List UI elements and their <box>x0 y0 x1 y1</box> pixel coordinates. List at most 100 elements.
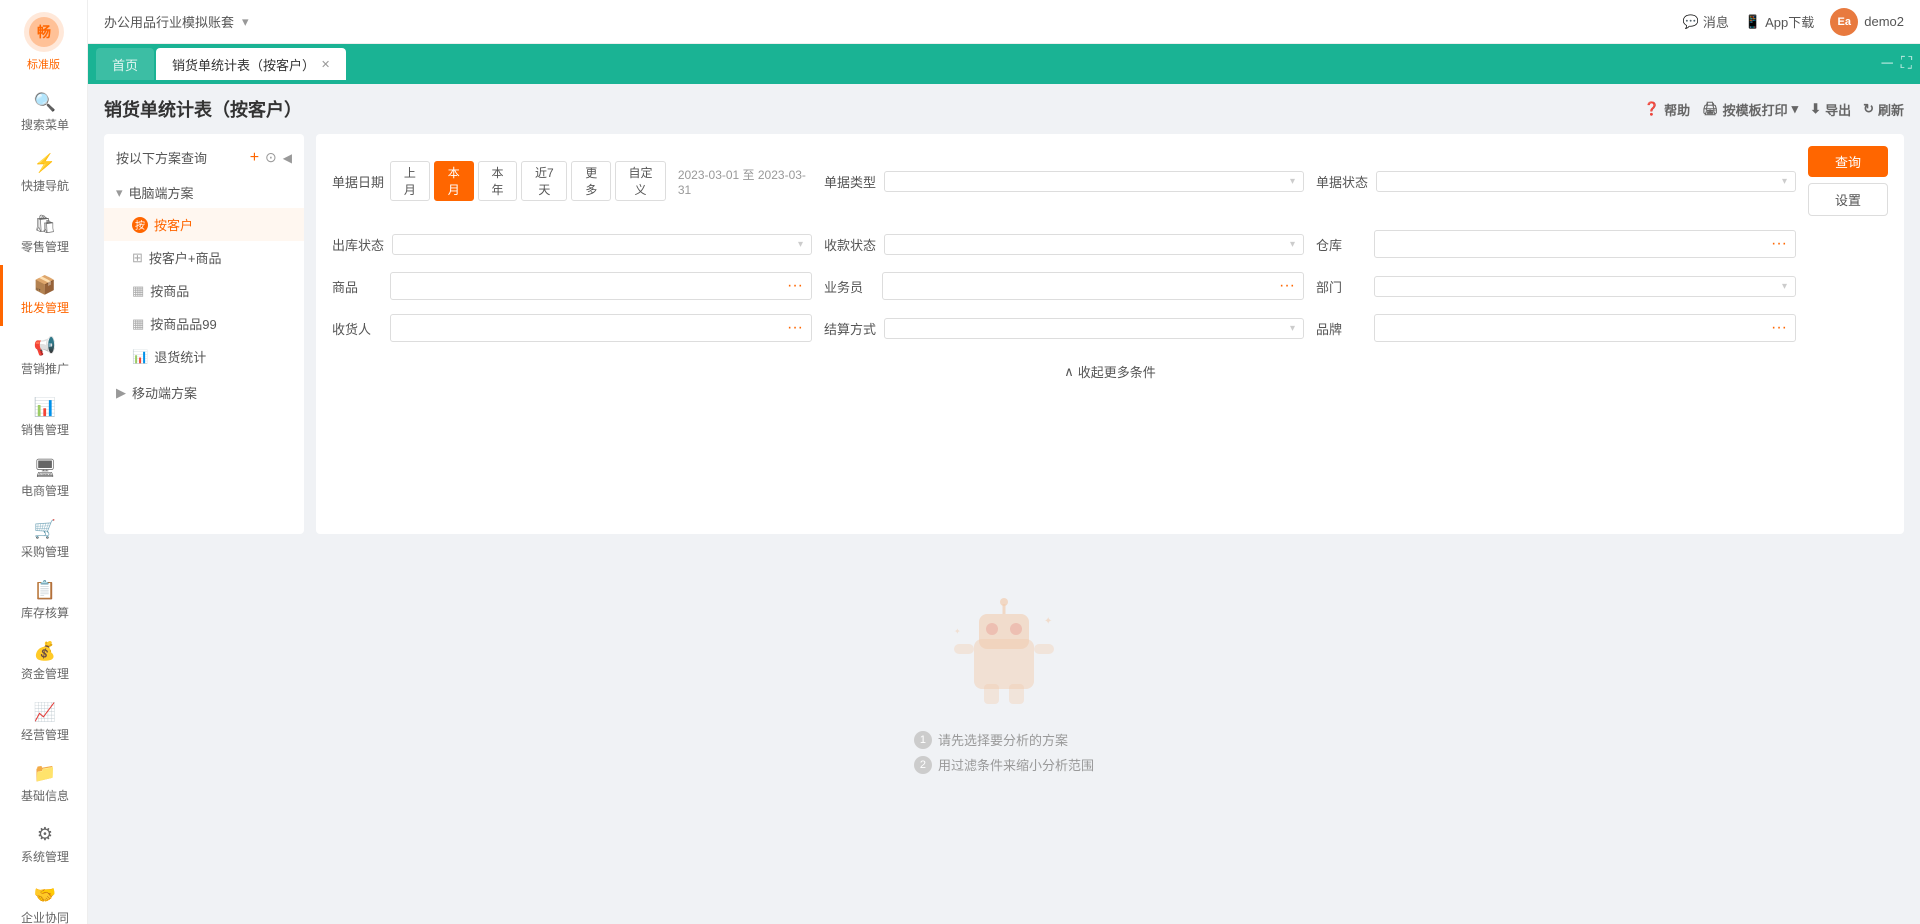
settings-button[interactable]: 设置 <box>1808 183 1888 216</box>
tab-close-icon[interactable]: ✕ <box>321 58 330 71</box>
sidebar-item-label: 采购管理 <box>21 543 69 560</box>
date-btn-more[interactable]: 更多 <box>571 161 611 201</box>
sidebar-item-ecommerce[interactable]: 🖥电商管理 <box>0 448 87 509</box>
date-btn-custom[interactable]: 自定义 <box>615 161 666 201</box>
scheme-item-by-customer[interactable]: 按 按客户 <box>104 208 304 241</box>
date-btn-7days[interactable]: 近7天 <box>521 161 567 201</box>
sidebar-item-finance[interactable]: 💰资金管理 <box>0 631 87 692</box>
export-btn[interactable]: ⬇ 导出 <box>1810 100 1851 119</box>
doc-status-label: 单据状态 <box>1316 172 1368 191</box>
topbar: 办公用品行业模拟账套 ▾ 💬 消息 📱 App下载 Ea demo2 <box>88 0 1920 44</box>
tab-expand-btn[interactable]: ─ ⛶ <box>1881 55 1912 73</box>
scheme-group-mobile-arrow: ▶ <box>116 385 126 401</box>
out-status-select[interactable]: ▾ <box>392 234 812 255</box>
svg-text:畅: 畅 <box>37 24 51 40</box>
purchase-icon: 🛒 <box>34 519 56 540</box>
date-btn-this-year[interactable]: 本年 <box>478 161 518 201</box>
product-input[interactable]: ··· <box>390 272 812 300</box>
tab-fullscreen-icon[interactable]: ⛶ <box>1901 55 1912 73</box>
sidebar-item-basic[interactable]: 📁基础信息 <box>0 753 87 814</box>
sidebar-item-search[interactable]: 🔍搜索菜单 <box>0 82 87 143</box>
sidebar-item-label: 电商管理 <box>21 482 69 499</box>
sidebar-item-sales[interactable]: 📊销售管理 <box>0 387 87 448</box>
sidebar-item-shortcut[interactable]: ⚡快捷导航 <box>0 143 87 204</box>
logo-subtitle: 标准版 <box>27 56 60 72</box>
scheme-item-by-product[interactable]: ▦ 按商品 <box>104 274 304 307</box>
sidebar-item-system[interactable]: ⚙系统管理 <box>0 814 87 875</box>
logo: 畅 标准版 <box>0 0 87 82</box>
user-profile[interactable]: Ea demo2 <box>1830 8 1904 36</box>
main-area: 办公用品行业模拟账套 ▾ 💬 消息 📱 App下载 Ea demo2 首页 <box>88 0 1920 924</box>
operations-icon: 📈 <box>34 702 56 723</box>
wholesale-icon: 📦 <box>34 275 56 296</box>
scheme-group-mobile-header[interactable]: ▶ 移动端方案 <box>104 377 304 408</box>
print-dropdown-icon[interactable]: ▾ <box>1792 101 1799 117</box>
sidebar-item-label: 基础信息 <box>21 787 69 804</box>
warehouse-dots[interactable]: ··· <box>1771 235 1787 253</box>
scheme-add-icon[interactable]: + <box>250 149 259 167</box>
receiver-dots[interactable]: ··· <box>787 319 803 337</box>
sidebar-item-retail[interactable]: 🛍零售管理 <box>0 204 87 265</box>
tab-sales-stat[interactable]: 销货单统计表（按客户） ✕ <box>156 48 346 80</box>
sidebar-item-inventory[interactable]: 📋库存核算 <box>0 570 87 631</box>
sidebar-item-label: 快捷导航 <box>21 177 69 194</box>
sidebar-item-operations[interactable]: 📈经营管理 <box>0 692 87 753</box>
filter-row-2: 商品 ··· 业务员 ··· <box>332 272 1888 300</box>
department-group: 部门 ▾ <box>1316 276 1796 297</box>
product-dots[interactable]: ··· <box>787 277 803 295</box>
template-print-btn[interactable]: 🖨 按模板打印 ▾ <box>1702 100 1798 119</box>
query-button[interactable]: 查询 <box>1808 146 1888 177</box>
salesperson-label: 业务员 <box>824 277 874 296</box>
tab-home[interactable]: 首页 <box>96 48 154 80</box>
scheme-group-arrow: ▾ <box>116 185 123 201</box>
scheme-group-mobile-label: 移动端方案 <box>132 383 197 402</box>
page-inner: 销货单统计表（按客户） ❓ 帮助 🖨 按模板打印 ▾ ⬇ 导出 <box>88 84 1920 852</box>
collapse-btn[interactable]: ∧ 收起更多条件 <box>332 356 1888 387</box>
scheme-collapse-icon[interactable]: ◀ <box>283 151 292 165</box>
salesperson-input[interactable]: ··· <box>882 272 1304 300</box>
search-icon: 🔍 <box>34 92 56 113</box>
scheme-item-by-customer-product[interactable]: ⊞ 按客户+商品 <box>104 241 304 274</box>
doc-status-group: 单据状态 ▾ <box>1316 171 1796 192</box>
tab-minimize-icon[interactable]: ─ <box>1881 55 1892 73</box>
help-btn[interactable]: ❓ 帮助 <box>1644 100 1690 119</box>
sidebar-item-marketing[interactable]: 📢营销推广 <box>0 326 87 387</box>
sidebar-item-enterprise[interactable]: 🤝企业协同 <box>0 875 87 924</box>
sidebar-item-label: 零售管理 <box>21 238 69 255</box>
salesperson-group: 业务员 ··· <box>824 272 1304 300</box>
scheme-item-icon-customer-product: ⊞ <box>132 250 143 266</box>
scheme-group-desktop-header[interactable]: ▾ 电脑端方案 <box>104 177 304 208</box>
sidebar-item-wholesale[interactable]: 📦批发管理 <box>0 265 87 326</box>
warehouse-input[interactable]: ··· <box>1374 230 1796 258</box>
doc-type-select[interactable]: ▾ <box>884 171 1304 192</box>
sidebar-item-purchase[interactable]: 🛒 采购管理 <box>0 509 87 570</box>
brand-input[interactable]: ··· <box>1374 314 1796 342</box>
collapse-icon: ∧ <box>1064 364 1074 380</box>
date-btn-this-month[interactable]: 本月 <box>434 161 474 201</box>
topbar-dropdown-icon[interactable]: ▾ <box>242 14 249 30</box>
department-select[interactable]: ▾ <box>1374 276 1796 297</box>
scheme-item-return-stat[interactable]: 📊 退货统计 <box>104 340 304 373</box>
salesperson-dots[interactable]: ··· <box>1279 277 1295 295</box>
recv-status-select[interactable]: ▾ <box>884 234 1304 255</box>
sidebar-item-label: 销售管理 <box>21 421 69 438</box>
collapse-label: 收起更多条件 <box>1078 362 1156 381</box>
app-download-btn[interactable]: 📱 App下载 <box>1745 12 1814 31</box>
topbar-left: 办公用品行业模拟账套 ▾ <box>104 12 249 31</box>
receiver-input[interactable]: ··· <box>390 314 812 342</box>
date-btn-prev-month[interactable]: 上月 <box>390 161 430 201</box>
out-status-label: 出库状态 <box>332 235 384 254</box>
page-title-text: 销货单统计表（按客户） <box>104 96 302 122</box>
scheme-item-by-product-99[interactable]: ▦ 按商品品99 <box>104 307 304 340</box>
message-btn[interactable]: 💬 消息 <box>1683 12 1729 31</box>
scheme-refresh-icon[interactable]: ⊙ <box>265 149 277 166</box>
refresh-btn[interactable]: ↻ 刷新 <box>1863 100 1904 119</box>
empty-robot-svg: ✦ ✦ <box>944 594 1064 714</box>
date-buttons: 上月 本月 本年 近7天 更多 自定义 <box>390 161 666 201</box>
empty-hint-1: 1 请先选择要分析的方案 <box>914 730 1094 749</box>
doc-status-select[interactable]: ▾ <box>1376 171 1796 192</box>
settlement-select[interactable]: ▾ <box>884 318 1304 339</box>
page-title-actions: ❓ 帮助 🖨 按模板打印 ▾ ⬇ 导出 ↻ 刷新 <box>1644 100 1904 119</box>
empty-hint-2: 2 用过滤条件来缩小分析范围 <box>914 755 1094 774</box>
brand-dots[interactable]: ··· <box>1771 319 1787 337</box>
